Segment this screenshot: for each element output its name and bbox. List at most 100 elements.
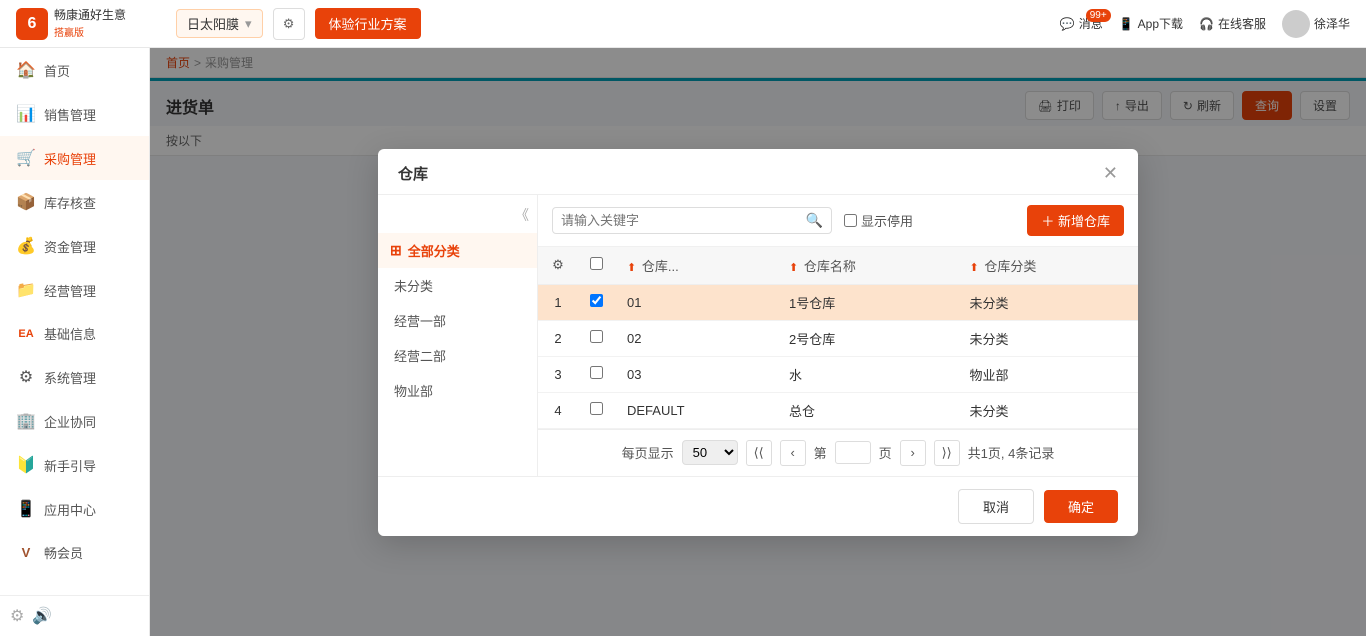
category-panel: 《 ⊞ 全部分类 未分类 经营一部 经营二部 物业部 [378, 195, 538, 476]
show-disabled-checkbox[interactable] [844, 214, 857, 227]
warehouse-modal: 仓库 ✕ 《 ⊞ 全部分类 未分类 经营一部 经营二部 [378, 149, 1138, 536]
sidebar-item-inventory[interactable]: 📦 库存核查 [0, 180, 149, 224]
row-checkbox[interactable] [578, 356, 615, 392]
cancel-button[interactable]: 取消 [958, 489, 1034, 524]
prev-page-button[interactable]: ‹ [780, 440, 806, 466]
search-icon[interactable]: 🔍 [806, 212, 823, 229]
select-all-checkbox[interactable] [590, 257, 603, 270]
sidebar-item-enterprise[interactable]: 🏢 企业协同 [0, 399, 149, 443]
sidebar-item-home[interactable]: 🏠 首页 [0, 48, 149, 92]
warehouse-table: ⚙ ⬆ 仓库... [538, 247, 1138, 429]
category-item-0[interactable]: 未分类 [378, 268, 537, 303]
logo-area: 6 畅康通好生意 搭赢版 [16, 8, 166, 40]
avatar [1282, 10, 1310, 38]
sidebar-item-guide[interactable]: 🔰 新手引导 [0, 443, 149, 487]
confirm-button[interactable]: 确定 [1044, 490, 1118, 523]
table-row[interactable]: 3 03 水 物业部 [538, 356, 1138, 392]
show-disabled-label: 显示停用 [844, 211, 913, 230]
logo-sub: 搭赢版 [54, 24, 126, 39]
row-index: 2 [538, 320, 578, 356]
store-selector[interactable]: 日太阳膜 ▾ [176, 9, 263, 38]
search-input-wrap[interactable]: 🔍 [552, 207, 832, 234]
row-code: 03 [615, 356, 777, 392]
speaker-icon[interactable]: 🔊 [32, 606, 52, 626]
sidebar-item-member[interactable]: V 畅会员 [0, 531, 149, 574]
sidebar-item-sales[interactable]: 📊 销售管理 [0, 92, 149, 136]
online-service-item[interactable]: 🎧 在线客服 [1199, 15, 1266, 32]
mobile-icon: 📱 [1119, 17, 1134, 31]
th-code: ⬆ 仓库... [615, 247, 777, 285]
add-warehouse-button[interactable]: ＋ 新增仓库 [1027, 205, 1124, 236]
sidebar-item-operation[interactable]: 📁 经营管理 [0, 268, 149, 312]
modal-footer: 取消 确定 [378, 476, 1138, 536]
category-item-1[interactable]: 经营一部 [378, 303, 537, 338]
sort-icon-name: ⬆ [789, 262, 798, 274]
th-category: ⬆ 仓库分类 [958, 247, 1139, 285]
row-index: 4 [538, 392, 578, 428]
last-page-button[interactable]: ⟩⟩ [934, 440, 960, 466]
collapse-button[interactable]: 《 [378, 205, 537, 233]
sidebar-item-apps[interactable]: 📱 应用中心 [0, 487, 149, 531]
message-badge: 99+ [1086, 9, 1111, 22]
message-item[interactable]: 💬 消息 99+ [1060, 15, 1103, 32]
sidebar-footer: ⚙ 🔊 [0, 595, 149, 636]
category-item-3[interactable]: 物业部 [378, 373, 537, 408]
settings-footer-icon[interactable]: ⚙ [10, 606, 24, 626]
row-checkbox[interactable] [578, 392, 615, 428]
settings-icon[interactable]: ⚙ [273, 8, 305, 40]
page-size-select[interactable]: 50 100 [682, 440, 738, 465]
row-checkbox[interactable] [578, 320, 615, 356]
modal-close-button[interactable]: ✕ [1103, 163, 1118, 184]
search-input[interactable] [561, 213, 806, 228]
table-row[interactable]: 2 02 2号仓库 未分类 [538, 320, 1138, 356]
modal-table: ⚙ ⬆ 仓库... [538, 247, 1138, 429]
headset-icon: 🎧 [1199, 17, 1214, 31]
app-download-item[interactable]: 📱 App下载 [1119, 15, 1183, 32]
next-page-button[interactable]: › [900, 440, 926, 466]
guide-icon: 🔰 [16, 455, 36, 475]
row-category: 未分类 [958, 392, 1139, 428]
sidebar-item-finance[interactable]: 💰 资金管理 [0, 224, 149, 268]
first-page-button[interactable]: ⟨⟨ [746, 440, 772, 466]
apps-icon: 📱 [16, 499, 36, 519]
table-row[interactable]: 4 DEFAULT 总仓 未分类 [538, 392, 1138, 428]
table-header: ⚙ ⬆ 仓库... [538, 247, 1138, 285]
modal-header: 仓库 ✕ [378, 149, 1138, 195]
header-right: 💬 消息 99+ 📱 App下载 🎧 在线客服 徐泽华 [1060, 10, 1350, 38]
th-checkbox[interactable] [578, 247, 615, 285]
page-input[interactable]: 1 [835, 441, 871, 464]
table-row[interactable]: 1 01 1号仓库 未分类 [538, 284, 1138, 320]
row-name: 1号仓库 [777, 284, 957, 320]
row-checkbox[interactable] [578, 284, 615, 320]
row-name: 水 [777, 356, 957, 392]
sidebar: 🏠 首页 📊 销售管理 🛒 采购管理 📦 库存核查 💰 资金管理 📁 经营管理 … [0, 48, 150, 636]
top-header: 6 畅康通好生意 搭赢版 日太阳膜 ▾ ⚙ 体验行业方案 💬 消息 99+ 📱 … [0, 0, 1366, 48]
sidebar-item-basic[interactable]: EA 基础信息 [0, 312, 149, 355]
pagination: 每页显示 50 100 ⟨⟨ ‹ 第 1 页 › ⟩⟩ [538, 429, 1138, 476]
finance-icon: 💰 [16, 236, 36, 256]
modal-overlay: 仓库 ✕ 《 ⊞ 全部分类 未分类 经营一部 经营二部 [150, 48, 1366, 636]
th-name: ⬆ 仓库名称 [777, 247, 957, 285]
sort-icon-cat: ⬆ [970, 262, 979, 274]
row-index: 3 [538, 356, 578, 392]
modal-body: 《 ⊞ 全部分类 未分类 经营一部 经营二部 物业部 [378, 195, 1138, 476]
category-item-2[interactable]: 经营二部 [378, 338, 537, 373]
row-category: 未分类 [958, 320, 1139, 356]
row-code: 02 [615, 320, 777, 356]
column-settings-icon[interactable]: ⚙ [552, 257, 564, 272]
sidebar-item-system[interactable]: ⚙ 系统管理 [0, 355, 149, 399]
main-layout: 🏠 首页 📊 销售管理 🛒 采购管理 📦 库存核查 💰 资金管理 📁 经营管理 … [0, 48, 1366, 636]
category-all[interactable]: ⊞ 全部分类 [378, 233, 537, 268]
th-settings[interactable]: ⚙ [538, 247, 578, 285]
row-code: 01 [615, 284, 777, 320]
user-item[interactable]: 徐泽华 [1282, 10, 1350, 38]
sidebar-item-purchase[interactable]: 🛒 采购管理 [0, 136, 149, 180]
row-code: DEFAULT [615, 392, 777, 428]
grid-icon: ⊞ [390, 242, 402, 259]
trial-button[interactable]: 体验行业方案 [315, 8, 421, 39]
row-name: 2号仓库 [777, 320, 957, 356]
sales-icon: 📊 [16, 104, 36, 124]
row-category: 物业部 [958, 356, 1139, 392]
member-icon: V [16, 545, 36, 560]
purchase-icon: 🛒 [16, 148, 36, 168]
